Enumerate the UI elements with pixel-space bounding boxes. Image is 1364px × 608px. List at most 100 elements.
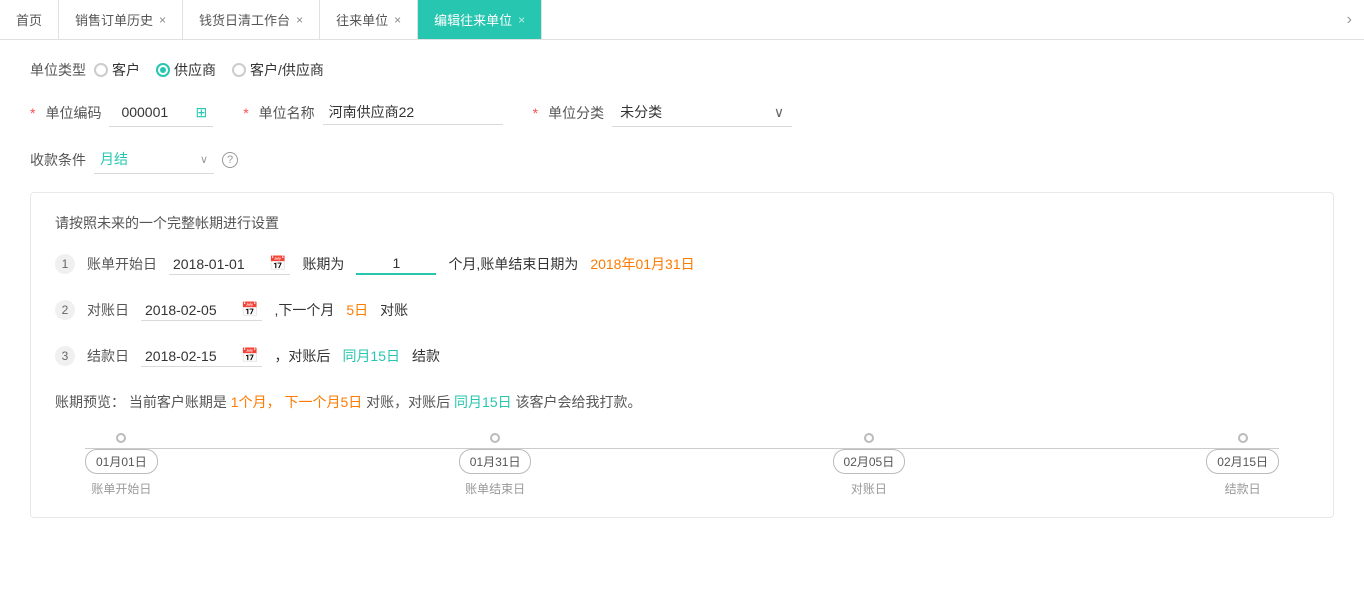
preview-period-highlight: 1个月，: [231, 394, 281, 410]
tab-home-label: 首页: [16, 10, 42, 29]
radio-supplier-circle: [156, 63, 170, 77]
unit-class-field: * 单位分类 未分类 ∨: [533, 98, 792, 127]
tab-home[interactable]: 首页: [0, 0, 59, 39]
payment-date-input[interactable]: [145, 348, 235, 364]
payment-terms-dropdown[interactable]: 月结 ∨: [94, 145, 214, 174]
unit-class-value: 未分类: [620, 102, 662, 122]
unit-class-chevron-icon: ∨: [774, 104, 784, 121]
tab-cash-work-close[interactable]: ×: [296, 13, 303, 27]
payment-date-wrap: 📅: [141, 345, 262, 367]
unit-class-required: *: [533, 105, 538, 121]
unit-name-required: *: [243, 105, 248, 121]
radio-customer-supplier-circle: [232, 63, 246, 77]
billing-start-row: 1 账单开始日 📅 账期为 个月,账单结束日期为 2018年01月31日: [55, 253, 1309, 275]
unit-class-dropdown[interactable]: 未分类 ∨: [612, 98, 792, 127]
timeline-desc-1: 账单开始日: [91, 480, 151, 497]
radio-supplier-label: 供应商: [174, 60, 216, 80]
timeline-node-3: 02月05日 对账日: [833, 433, 906, 497]
reconciliation-date-wrap: 📅: [141, 299, 262, 321]
reconciliation-date-input[interactable]: [145, 302, 235, 318]
timeline-dot-2: [490, 433, 500, 443]
timeline-desc-2: 账单结束日: [465, 480, 525, 497]
timeline-dot-3: [864, 433, 874, 443]
timeline-node-2: 01月31日 账单结束日: [459, 433, 532, 497]
timeline-desc-4: 结款日: [1225, 480, 1261, 497]
tab-partner-unit-label: 往来单位: [336, 10, 388, 29]
reconciliation-day-highlight: 5日: [346, 300, 368, 320]
billing-start-label: 账单开始日: [87, 254, 157, 274]
preview-text-2: 对账，对账后: [366, 394, 450, 410]
reconciliation-label: 对账日: [87, 300, 129, 320]
timeline-badge-2: 01月31日: [459, 449, 532, 474]
billing-end-date-highlight: 2018年01月31日: [590, 254, 694, 274]
payment-date-day-highlight: 同月15日: [342, 346, 400, 366]
payment-date-row: 3 结款日 📅 ，对账后 同月15日 结款: [55, 345, 1309, 367]
payment-terms-field: 收款条件 月结 ∨ ?: [30, 145, 238, 174]
payment-date-label: 结款日: [87, 346, 129, 366]
tab-partner-unit[interactable]: 往来单位 ×: [320, 0, 418, 39]
reconciliation-row: 2 对账日 📅 ,下一个月 5日 对账: [55, 299, 1309, 321]
tab-edit-partner-label: 编辑往来单位: [434, 10, 512, 29]
radio-supplier[interactable]: 供应商: [156, 60, 216, 80]
unit-class-label: 单位分类: [548, 103, 604, 123]
timeline-node-4: 02月15日 结款日: [1206, 433, 1279, 497]
unit-info-row: * 单位编码 ⊞ * 单位名称 * 单位分类 未分类 ∨: [30, 98, 1334, 127]
tab-sales-history[interactable]: 销售订单历史 ×: [59, 0, 183, 39]
radio-customer[interactable]: 客户: [94, 60, 140, 80]
unit-name-input[interactable]: [323, 100, 503, 125]
panel-instruction: 请按照未来的一个完整帐期进行设置: [55, 213, 1309, 233]
timeline-dot-1: [116, 433, 126, 443]
tab-edit-partner[interactable]: 编辑往来单位 ×: [418, 0, 542, 39]
timeline-node-1: 01月01日 账单开始日: [85, 433, 158, 497]
unit-code-input-wrap: ⊞: [109, 98, 213, 127]
settings-panel: 请按照未来的一个完整帐期进行设置 1 账单开始日 📅 账期为 个月,账单结束日期…: [30, 192, 1334, 518]
payment-terms-label: 收款条件: [30, 150, 86, 170]
billing-start-calendar-icon[interactable]: 📅: [269, 255, 286, 272]
timeline-badge-3: 02月05日: [833, 449, 906, 474]
preview-label: 账期预览：: [55, 394, 125, 410]
reconciliation-suffix2: 对账: [380, 300, 408, 320]
reconciliation-calendar-icon[interactable]: 📅: [241, 301, 258, 318]
payment-date-calendar-icon[interactable]: 📅: [241, 347, 258, 364]
timeline-dot-4: [1238, 433, 1248, 443]
tab-sales-history-close[interactable]: ×: [159, 13, 166, 27]
preview-text-3: 该客户会给我打款。: [516, 394, 642, 410]
tab-partner-unit-close[interactable]: ×: [394, 13, 401, 27]
unit-type-label: 单位类型: [30, 60, 86, 80]
unit-type-row: 单位类型 客户 供应商 客户/供应商: [30, 60, 1334, 80]
timeline-badge-1: 01月01日: [85, 449, 158, 474]
timeline-line: [85, 448, 1279, 449]
main-content: 单位类型 客户 供应商 客户/供应商 * 单位编码: [0, 40, 1364, 608]
unit-code-input[interactable]: [115, 100, 195, 124]
timeline-desc-3: 对账日: [851, 480, 887, 497]
tab-edit-partner-close[interactable]: ×: [518, 13, 525, 27]
unit-code-required: *: [30, 105, 35, 121]
radio-customer-supplier[interactable]: 客户/供应商: [232, 60, 324, 80]
timeline-badge-4: 02月15日: [1206, 449, 1279, 474]
timeline-section: 01月01日 账单开始日 01月31日 账单结束日 02月05日 对账日 02月…: [55, 433, 1309, 497]
reconciliation-suffix1: ,下一个月: [274, 300, 334, 320]
billing-start-date-input[interactable]: [173, 256, 263, 272]
billing-period-label: 账期为: [302, 254, 344, 274]
payment-date-suffix1: ，对账后: [274, 346, 330, 366]
payment-terms-row: 收款条件 月结 ∨ ?: [30, 145, 1334, 174]
tab-cash-work[interactable]: 钱货日清工作台 ×: [183, 0, 320, 39]
unit-type-field: 单位类型 客户 供应商 客户/供应商: [30, 60, 324, 80]
billing-period-input[interactable]: [356, 253, 436, 275]
preview-payment-highlight: 同月15日: [454, 394, 512, 410]
payment-terms-chevron-icon: ∨: [200, 153, 208, 166]
unit-code-copy-icon[interactable]: ⊞: [195, 104, 207, 121]
tab-more-button[interactable]: ›: [1335, 11, 1364, 29]
payment-date-index: 3: [55, 346, 75, 366]
unit-type-radio-group: 客户 供应商 客户/供应商: [94, 60, 324, 80]
reconciliation-index: 2: [55, 300, 75, 320]
unit-code-field: * 单位编码 ⊞: [30, 98, 213, 127]
unit-code-label: 单位编码: [45, 103, 101, 123]
payment-terms-help-icon[interactable]: ?: [222, 152, 238, 168]
payment-date-suffix2: 结款: [412, 346, 440, 366]
unit-name-label: 单位名称: [259, 103, 315, 123]
timeline-nodes: 01月01日 账单开始日 01月31日 账单结束日 02月05日 对账日 02月…: [85, 433, 1279, 497]
billing-period-suffix: 个月,账单结束日期为: [448, 254, 578, 274]
payment-terms-value: 月结: [100, 149, 200, 169]
tab-sales-history-label: 销售订单历史: [75, 10, 153, 29]
